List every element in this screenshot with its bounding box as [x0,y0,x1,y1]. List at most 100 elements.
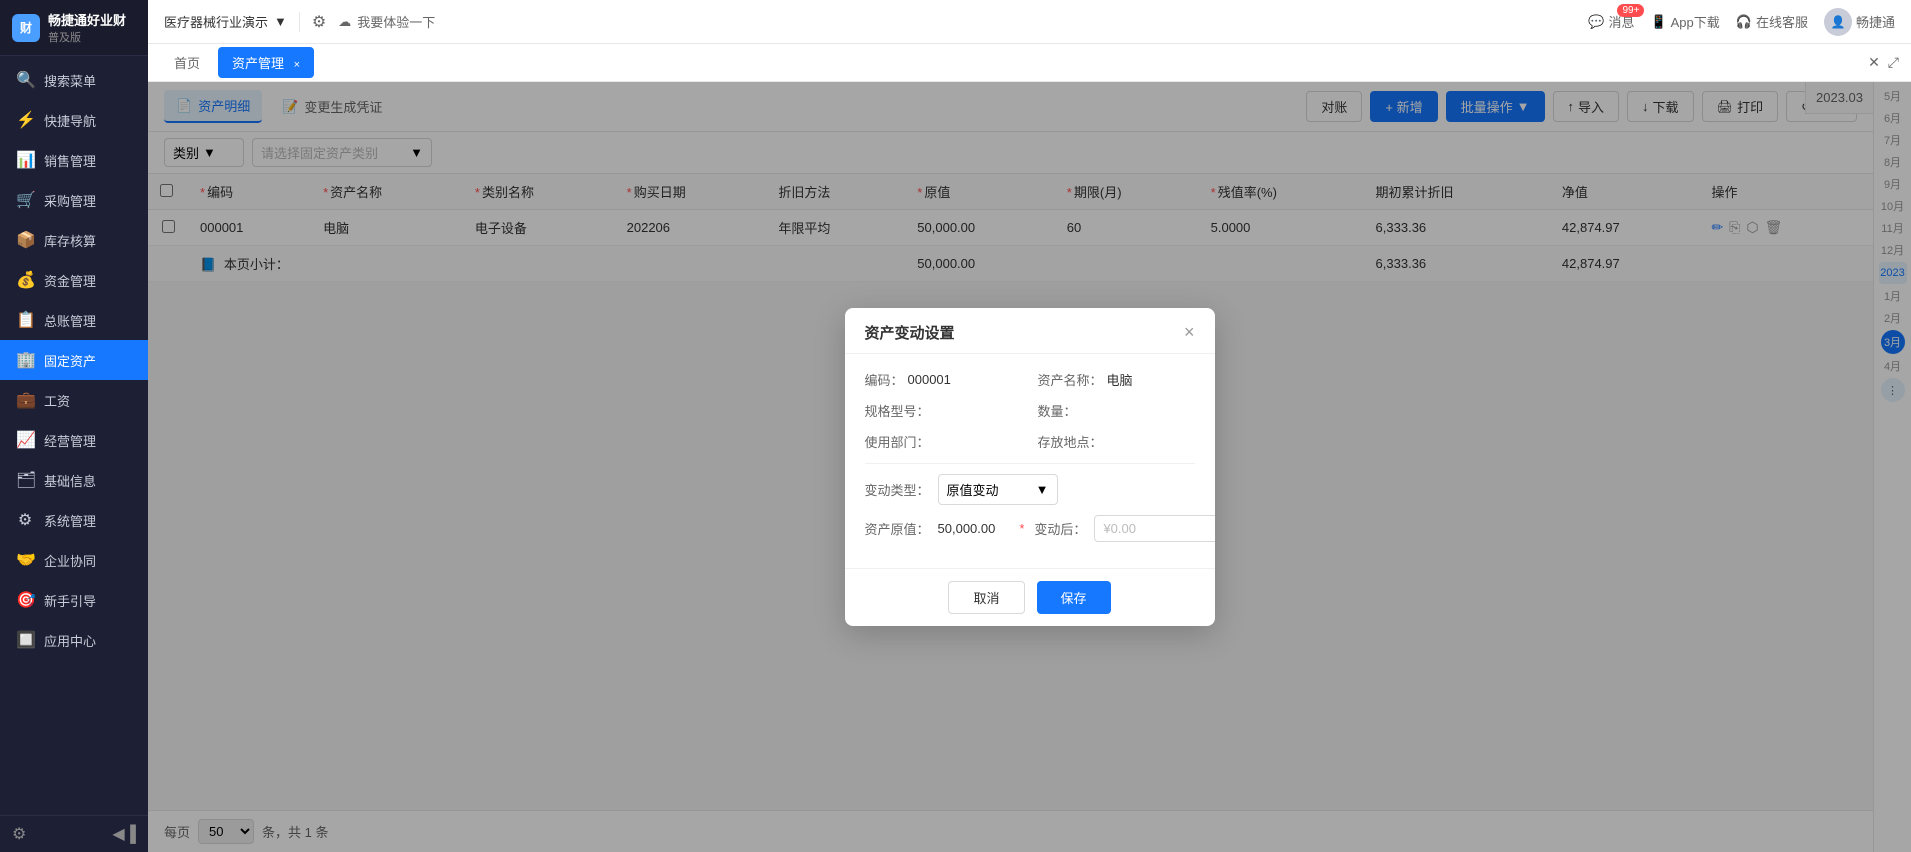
sidebar-item-label: 工资 [44,391,70,410]
change-type-select[interactable]: 原值变动 ▼ [938,474,1058,505]
sidebar-item-guide[interactable]: 🎯 新手引导 [0,580,148,620]
select-dropdown-icon: ▼ [1036,482,1049,497]
sidebar-item-label: 销售管理 [44,151,96,170]
tab-close-icon[interactable]: × [294,59,300,71]
sidebar-footer: ⚙ ◀▐ [0,815,148,852]
code-value: 000001 [908,372,951,387]
sidebar-item-label: 应用中心 [44,631,96,650]
sidebar-item-ledger[interactable]: 📋 总账管理 [0,300,148,340]
logo-icon: 财 [12,14,40,42]
modal-title: 资产变动设置 [865,322,955,343]
modal-footer: 取消 保存 [845,568,1215,626]
inventory-icon: 📦 [16,230,34,250]
sidebar: 财 畅捷通好业财 普及版 🔍 搜索菜单 ⚡ 快捷导航 📊 销售管理 🛒 采购管理… [0,0,148,852]
user-action[interactable]: 👤 畅捷通 [1824,8,1895,36]
modal-overlay: 资产变动设置 × 编码： 000001 资产名称： 电脑 [148,82,1911,852]
coop-icon: 🤝 [16,550,34,570]
salary-icon: 💼 [16,390,34,410]
service-action[interactable]: 🎧 在线客服 [1736,12,1808,31]
sidebar-item-salary[interactable]: 💼 工资 [0,380,148,420]
sidebar-item-coop[interactable]: 🤝 企业协同 [0,540,148,580]
message-icon: 💬 [1588,14,1604,30]
sidebar-item-search[interactable]: 🔍 搜索菜单 [0,60,148,100]
company-dropdown-icon: ▼ [274,14,287,29]
header-right: 💬 消息 99+ 📱 App下载 🎧 在线客服 👤 畅捷通 [1588,8,1895,36]
tab-asset[interactable]: 资产管理 × [218,47,314,78]
modal-field-name: 资产名称： 电脑 [1038,370,1195,389]
settings-footer-icon[interactable]: ⚙ [12,824,26,844]
sidebar-item-label: 系统管理 [44,511,96,530]
required-star: * [1019,521,1024,536]
top-header: 医疗器械行业演示 ▼ ⚙ ☁ 我要体验一下 💬 消息 99+ 📱 App下载 🎧… [148,0,1911,44]
modal-row-2: 规格型号： 数量： [865,401,1195,420]
fixedasset-icon: 🏢 [16,350,34,370]
sidebar-item-inventory[interactable]: 📦 库存核算 [0,220,148,260]
sales-icon: 📊 [16,150,34,170]
tab-controls: ✕ ⤢ [1868,54,1899,71]
purchase-icon: 🛒 [16,190,34,210]
modal-field-location: 存放地点： [1038,432,1195,451]
appcenter-icon: 🔲 [16,630,34,650]
asset-change-modal: 资产变动设置 × 编码： 000001 资产名称： 电脑 [845,308,1215,626]
header-divider [299,12,300,32]
content-area: 📄 资产明细 📝 变更生成凭证 对账 + 新增 批量操作 [148,82,1911,852]
sidebar-item-label: 快捷导航 [44,111,96,130]
modal-field-spec: 规格型号： [865,401,1022,420]
original-value-display: 50,000.00 [938,521,996,536]
sidebar-item-capital[interactable]: 💰 资金管理 [0,260,148,300]
sidebar-item-label: 采购管理 [44,191,96,210]
message-badge: 99+ [1617,4,1644,17]
modal-field-dept: 使用部门： [865,432,1022,451]
modal-field-qty: 数量： [1038,401,1195,420]
modal-row-1: 编码： 000001 资产名称： 电脑 [865,370,1195,389]
sidebar-item-fixedasset[interactable]: 🏢 固定资产 [0,340,148,380]
after-change-input[interactable] [1094,515,1214,542]
sidebar-item-appcenter[interactable]: 🔲 应用中心 [0,620,148,660]
sidebar-item-label: 库存核算 [44,231,96,250]
search-icon: 🔍 [16,70,34,90]
sidebar-item-quicknav[interactable]: ⚡ 快捷导航 [0,100,148,140]
tab-close-window-icon[interactable]: ✕ [1868,54,1880,71]
modal-value-row: 资产原值： 50,000.00 * 变动后： [865,515,1195,542]
headset-icon: 🎧 [1736,14,1752,30]
app-name: 畅捷通好业财 [48,10,126,29]
guide-icon: 🎯 [16,590,34,610]
sidebar-nav: 🔍 搜索菜单 ⚡ 快捷导航 📊 销售管理 🛒 采购管理 📦 库存核算 💰 资金管… [0,56,148,815]
company-selector[interactable]: 医疗器械行业演示 ▼ [164,12,287,31]
sidebar-item-purchase[interactable]: 🛒 采购管理 [0,180,148,220]
app-edition: 普及版 [48,29,126,45]
experience-button[interactable]: ☁ 我要体验一下 [338,12,435,31]
modal-field-code: 编码： 000001 [865,370,1022,389]
sidebar-item-label: 资金管理 [44,271,96,290]
main-area: 医疗器械行业演示 ▼ ⚙ ☁ 我要体验一下 💬 消息 99+ 📱 App下载 🎧… [148,0,1911,852]
sidebar-item-operation[interactable]: 📈 经营管理 [0,420,148,460]
sidebar-item-basic[interactable]: 🗂 基础信息 [0,460,148,500]
asset-name-value: 电脑 [1107,370,1133,389]
system-icon: ⚙ [16,510,34,530]
operation-icon: 📈 [16,430,34,450]
sidebar-item-label: 企业协同 [44,551,96,570]
sidebar-item-label: 基础信息 [44,471,96,490]
header-settings-icon[interactable]: ⚙ [312,12,326,32]
modal-change-type-row: 变动类型： 原值变动 ▼ [865,474,1195,505]
tab-home[interactable]: 首页 [160,47,214,78]
modal-close-button[interactable]: × [1184,322,1195,343]
message-action[interactable]: 💬 消息 99+ [1588,12,1634,31]
save-button[interactable]: 保存 [1037,581,1111,614]
ledger-icon: 📋 [16,310,34,330]
basic-icon: 🗂 [16,470,34,490]
download-action[interactable]: 📱 App下载 [1650,12,1719,31]
sidebar-item-label: 新手引导 [44,591,96,610]
sidebar-item-label: 经营管理 [44,431,96,450]
sidebar-item-system[interactable]: ⚙ 系统管理 [0,500,148,540]
tabs-bar: 首页 资产管理 × ✕ ⤢ [148,44,1911,82]
capital-icon: 💰 [16,270,34,290]
sidebar-item-sales[interactable]: 📊 销售管理 [0,140,148,180]
modal-divider [865,463,1195,464]
sidebar-title-wrap: 畅捷通好业财 普及版 [48,10,126,45]
sidebar-item-label: 总账管理 [44,311,96,330]
tab-expand-icon[interactable]: ⤢ [1888,54,1899,71]
collapse-sidebar-icon[interactable]: ◀▐ [112,824,136,844]
cancel-button[interactable]: 取消 [948,581,1024,614]
modal-row-3: 使用部门： 存放地点： [865,432,1195,451]
